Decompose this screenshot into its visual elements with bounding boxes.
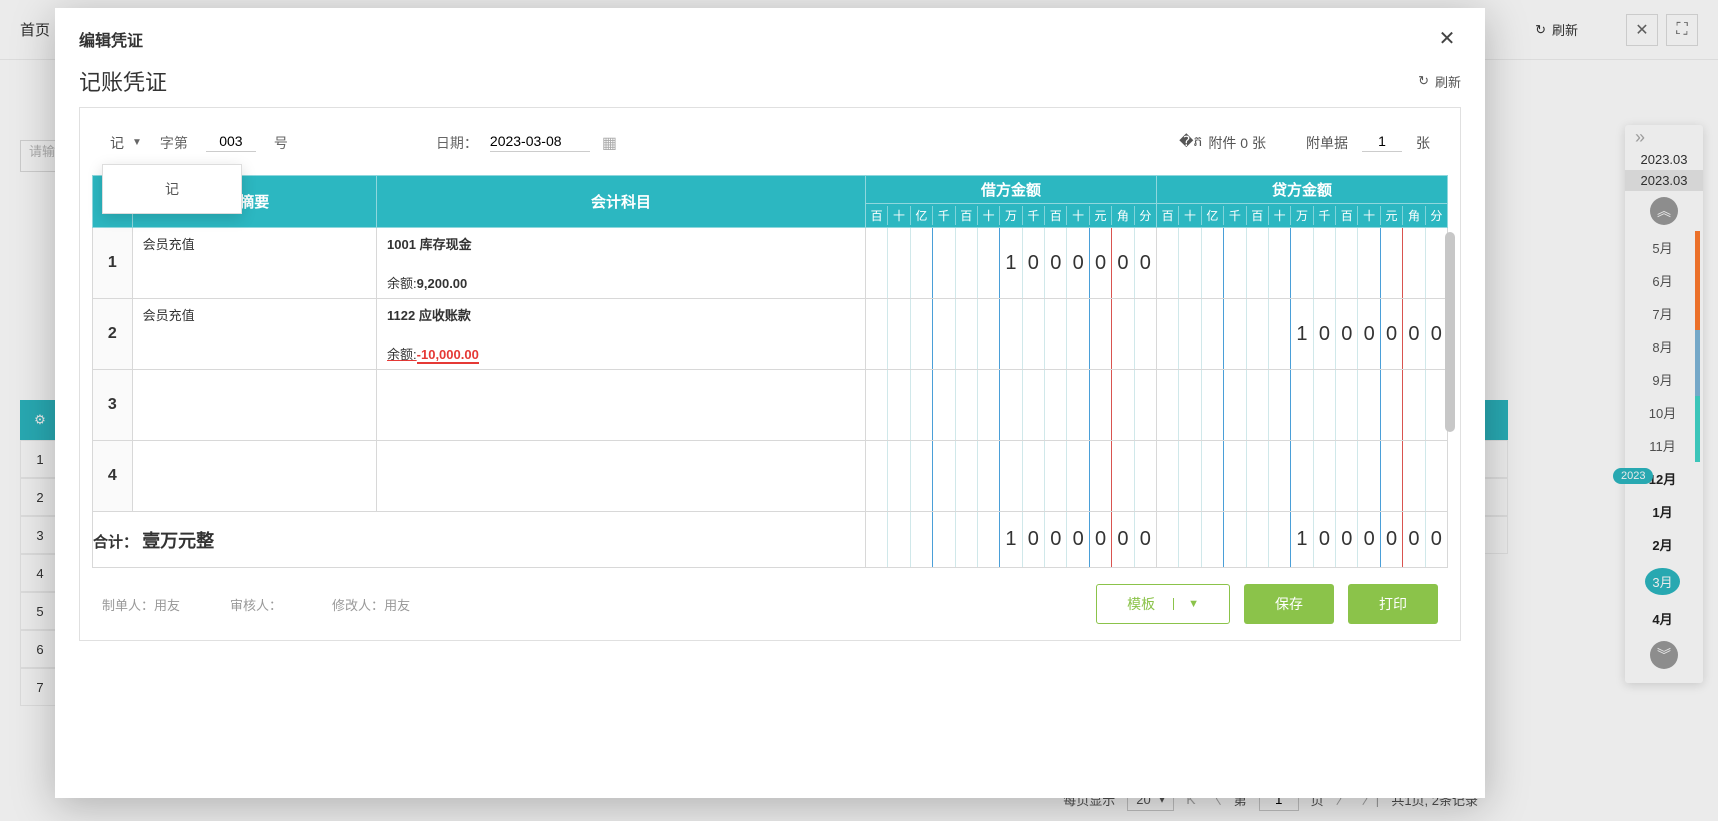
credit-cell[interactable]: 1000000 bbox=[1156, 299, 1447, 370]
col-debit-units: 百十亿千百十万千百十元角分 bbox=[865, 204, 1156, 228]
chevron-down-icon: ▼ bbox=[132, 137, 142, 148]
maker-label: 制单人： bbox=[102, 598, 154, 613]
subject-cell[interactable] bbox=[377, 441, 866, 512]
debit-cell[interactable] bbox=[865, 370, 1156, 441]
attachment-icon: �ភ bbox=[1179, 132, 1202, 153]
col-credit: 贷方金额 bbox=[1156, 176, 1447, 204]
debit-cell[interactable]: 1000000 bbox=[865, 228, 1156, 299]
voucher-title: 记账凭证 bbox=[79, 65, 167, 97]
zhang-label: 张 bbox=[1416, 133, 1430, 153]
voucher-row[interactable]: 4 bbox=[93, 441, 1448, 512]
total-row: 合计： 壹万元整 1000000 1000000 bbox=[93, 512, 1448, 568]
col-credit-units: 百十亿千百十万千百十元角分 bbox=[1156, 204, 1447, 228]
modifier-value: 用友 bbox=[384, 598, 410, 613]
chevron-down-icon[interactable]: ▼ bbox=[1173, 598, 1199, 610]
debit-cell[interactable] bbox=[865, 441, 1156, 512]
auditor-label: 审核人： bbox=[230, 598, 282, 613]
voucher-form-row: 记 ▼ 字第 号 日期： ▦ �ភ 附件 0 张 附单 bbox=[92, 124, 1448, 175]
modal-header: 编辑凭证 ✕ bbox=[55, 8, 1485, 65]
hao-label: 号 bbox=[274, 133, 288, 153]
refresh-icon: ↻ bbox=[1418, 73, 1429, 89]
attachment-link[interactable]: �ភ 附件 0 张 bbox=[1179, 132, 1266, 153]
total-credit: 1000000 bbox=[1156, 512, 1447, 568]
total-debit: 1000000 bbox=[865, 512, 1156, 568]
print-button[interactable]: 打印 bbox=[1348, 584, 1438, 624]
calendar-icon[interactable]: ▦ bbox=[602, 133, 617, 153]
voucher-row[interactable]: 2会员充值1122 应收账款余额:-10,000.00 1000000 bbox=[93, 299, 1448, 370]
subject-cell[interactable] bbox=[377, 370, 866, 441]
modifier-label: 修改人： bbox=[332, 598, 384, 613]
credit-cell[interactable] bbox=[1156, 228, 1447, 299]
dropdown-option[interactable]: 记 bbox=[103, 165, 241, 213]
danju-label: 附单据 bbox=[1306, 133, 1348, 153]
voucher-head: 记账凭证 ↻ 刷新 bbox=[79, 65, 1461, 97]
voucher-refresh-button[interactable]: ↻ 刷新 bbox=[1418, 72, 1461, 91]
row-number: 4 bbox=[93, 441, 133, 512]
total-label: 合计： bbox=[93, 534, 138, 551]
zidi-label: 字第 bbox=[160, 133, 188, 153]
row-number: 3 bbox=[93, 370, 133, 441]
voucher-type-dropdown[interactable]: 记 ▼ bbox=[110, 133, 142, 153]
credit-cell[interactable] bbox=[1156, 370, 1447, 441]
edit-voucher-modal: 编辑凭证 ✕ 记账凭证 ↻ 刷新 记 ▼ 字第 号 日期： bbox=[55, 8, 1485, 798]
subject-cell[interactable]: 1122 应收账款余额:-10,000.00 bbox=[377, 299, 866, 370]
date-label: 日期： bbox=[436, 133, 478, 153]
scrollbar[interactable] bbox=[1445, 232, 1455, 662]
modal-title: 编辑凭证 bbox=[79, 27, 143, 51]
credit-cell[interactable] bbox=[1156, 441, 1447, 512]
row-number: 2 bbox=[93, 299, 133, 370]
summary-cell[interactable]: 会员充值 bbox=[132, 299, 376, 370]
summary-cell[interactable] bbox=[132, 441, 376, 512]
close-icon[interactable]: ✕ bbox=[1433, 26, 1461, 51]
summary-cell[interactable] bbox=[132, 370, 376, 441]
voucher-number-input[interactable] bbox=[206, 133, 256, 152]
row-number: 1 bbox=[93, 228, 133, 299]
subject-cell[interactable]: 1001 库存现金余额:9,200.00 bbox=[377, 228, 866, 299]
template-button[interactable]: 模板 ▼ bbox=[1096, 584, 1230, 624]
debit-cell[interactable] bbox=[865, 299, 1156, 370]
voucher-type-dropdown-menu: 记 bbox=[102, 164, 242, 214]
voucher-row[interactable]: 1会员充值1001 库存现金余额:9,200.001000000 bbox=[93, 228, 1448, 299]
save-button[interactable]: 保存 bbox=[1244, 584, 1334, 624]
voucher-table: 摘要 会计科目 借方金额 贷方金额 百十亿千百十万千百十元角分 百十亿千百十万千… bbox=[92, 175, 1448, 568]
maker-value: 用友 bbox=[154, 598, 180, 613]
danju-count-input[interactable] bbox=[1362, 133, 1402, 152]
col-debit: 借方金额 bbox=[865, 176, 1156, 204]
voucher-panel: 记 ▼ 字第 号 日期： ▦ �ភ 附件 0 张 附单 bbox=[79, 107, 1461, 641]
total-text: 壹万元整 bbox=[142, 531, 214, 551]
voucher-row[interactable]: 3 bbox=[93, 370, 1448, 441]
voucher-date-input[interactable] bbox=[490, 133, 590, 152]
summary-cell[interactable]: 会员充值 bbox=[132, 228, 376, 299]
voucher-footer: 制单人：用友 审核人： 修改人：用友 模板 ▼ 保存 打印 bbox=[92, 568, 1448, 628]
col-subject: 会计科目 bbox=[377, 176, 866, 228]
